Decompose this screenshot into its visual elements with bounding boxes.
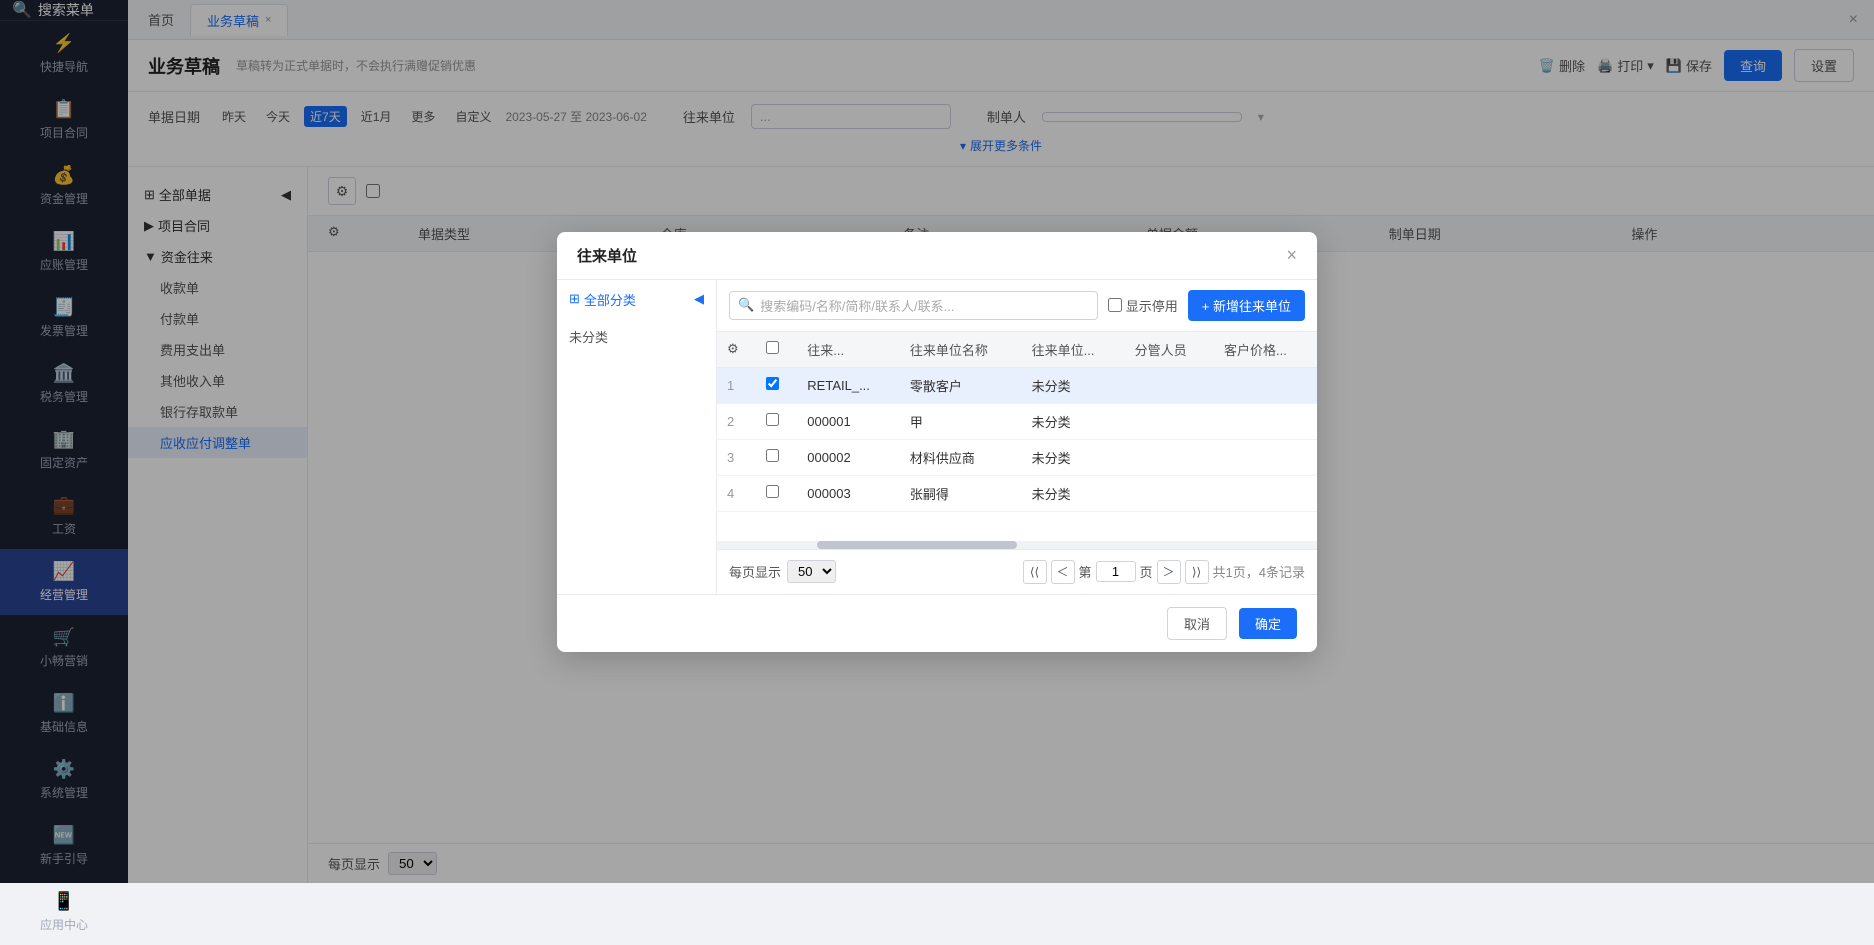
page-total: 共1页，4条记录 [1213,562,1305,581]
dialog-body: ⊞ 全部分类 ◀ 未分类 🔍 搜索编码/名称/简称/联系人/联系... 显示停用… [557,280,1317,594]
per-page-label: 每页显示 [729,562,781,581]
cell-code: RETAIL_... [797,367,900,403]
th-manager: 分管人员 [1125,332,1214,368]
page-word-label: 页 [1140,562,1153,581]
cell-code: 000002 [797,439,900,475]
per-page-select[interactable]: 50 [787,560,836,583]
next-page-button[interactable]: ＞ [1157,560,1181,584]
partner-table: ⚙ 往来... 往来单位名称 往来单位... 分管人员 客户价格... 1 [717,332,1317,512]
cell-num: 3 [717,439,756,475]
cancel-button[interactable]: 取消 [1167,607,1227,640]
category-unclassified[interactable]: 未分类 [557,319,716,354]
search-placeholder: 搜索编码/名称/简称/联系人/联系... [760,296,954,315]
table-row[interactable]: 2 000001 甲 未分类 [717,403,1317,439]
cell-manager [1125,403,1214,439]
cell-manager [1125,439,1214,475]
table-header-row: ⚙ 往来... 往来单位名称 往来单位... 分管人员 客户价格... [717,332,1317,368]
th-settings: ⚙ [717,332,756,368]
cell-code: 000001 [797,403,900,439]
table-toolbar: 🔍 搜索编码/名称/简称/联系人/联系... 显示停用 + 新增往来单位 [717,280,1317,332]
cell-name: 材料供应商 [900,439,1022,475]
cell-price [1214,439,1317,475]
page-word: 第 [1079,562,1092,581]
table-row[interactable]: 4 000003 张嗣得 未分类 [717,475,1317,511]
last-page-button[interactable]: ⟩⟩ [1185,560,1209,584]
pagination: 每页显示 50 ⟨⟨ ＜ 第 页 ＞ ⟩⟩ 共1页，4条记录 [717,549,1317,594]
dialog-title: 往来单位 [577,245,1286,266]
page-nav: ⟨⟨ ＜ 第 页 ＞ ⟩⟩ 共1页，4条记录 [1023,560,1306,584]
page-input[interactable] [1096,561,1136,582]
cell-checkbox[interactable] [756,439,797,475]
cell-num: 4 [717,475,756,511]
table-row[interactable]: 3 000002 材料供应商 未分类 [717,439,1317,475]
cell-checkbox[interactable] [756,475,797,511]
app-center-icon: 📱 [53,891,75,912]
show-disabled-checkbox[interactable] [1108,298,1122,312]
dialog-header: 往来单位 × [557,232,1317,280]
grid-icon: ⊞ [569,291,580,307]
table-row[interactable]: 1 RETAIL_... 零散客户 未分类 [717,367,1317,403]
cell-manager [1125,475,1214,511]
scrollbar-thumb[interactable] [817,541,1017,549]
show-disabled-label: 显示停用 [1126,296,1178,315]
partner-dialog: 往来单位 × ⊞ 全部分类 ◀ 未分类 🔍 搜索编码/名称/简称/联系人/联系.… [557,232,1317,652]
cell-category: 未分类 [1022,475,1125,511]
table-horizontal-scrollbar[interactable] [717,541,1317,549]
cell-checkbox[interactable] [756,403,797,439]
cell-category: 未分类 [1022,403,1125,439]
prev-page-button[interactable]: ＜ [1051,560,1075,584]
partner-search-box[interactable]: 🔍 搜索编码/名称/简称/联系人/联系... [729,291,1098,320]
first-page-button[interactable]: ⟨⟨ [1023,560,1047,584]
cell-category: 未分类 [1022,439,1125,475]
category-collapse-icon[interactable]: ◀ [694,291,704,307]
category-panel: ⊞ 全部分类 ◀ 未分类 [557,280,717,594]
cell-name: 零散客户 [900,367,1022,403]
cell-manager [1125,367,1214,403]
cell-num: 2 [717,403,756,439]
inner-table: ⚙ 往来... 往来单位名称 往来单位... 分管人员 客户价格... 1 [717,332,1317,541]
table-panel: 🔍 搜索编码/名称/简称/联系人/联系... 显示停用 + 新增往来单位 ⚙ 往… [717,280,1317,594]
th-code: 往来... [797,332,900,368]
cell-price [1214,403,1317,439]
select-all-table-checkbox[interactable] [766,341,779,354]
cell-checkbox[interactable] [756,367,797,403]
category-all[interactable]: ⊞ 全部分类 ◀ [557,280,716,319]
cell-category: 未分类 [1022,367,1125,403]
show-disabled-toggle[interactable]: 显示停用 [1108,296,1178,315]
confirm-button[interactable]: 确定 [1239,608,1297,639]
sidebar-item-label: 应用中心 [40,916,88,933]
th-name: 往来单位名称 [900,332,1022,368]
th-category: 往来单位... [1022,332,1125,368]
dialog-footer: 取消 确定 [557,594,1317,652]
cell-code: 000003 [797,475,900,511]
sidebar-item-app-center[interactable]: 📱 应用中心 [0,879,128,945]
add-partner-button[interactable]: + 新增往来单位 [1188,290,1305,321]
search-icon: 🔍 [738,297,754,313]
th-checkbox [756,332,797,368]
th-price: 客户价格... [1214,332,1317,368]
cell-price [1214,475,1317,511]
cell-num: 1 [717,367,756,403]
cell-name: 张嗣得 [900,475,1022,511]
cell-name: 甲 [900,403,1022,439]
per-page-area: 每页显示 50 [729,560,836,583]
dialog-close-button[interactable]: × [1286,246,1297,264]
cell-price [1214,367,1317,403]
